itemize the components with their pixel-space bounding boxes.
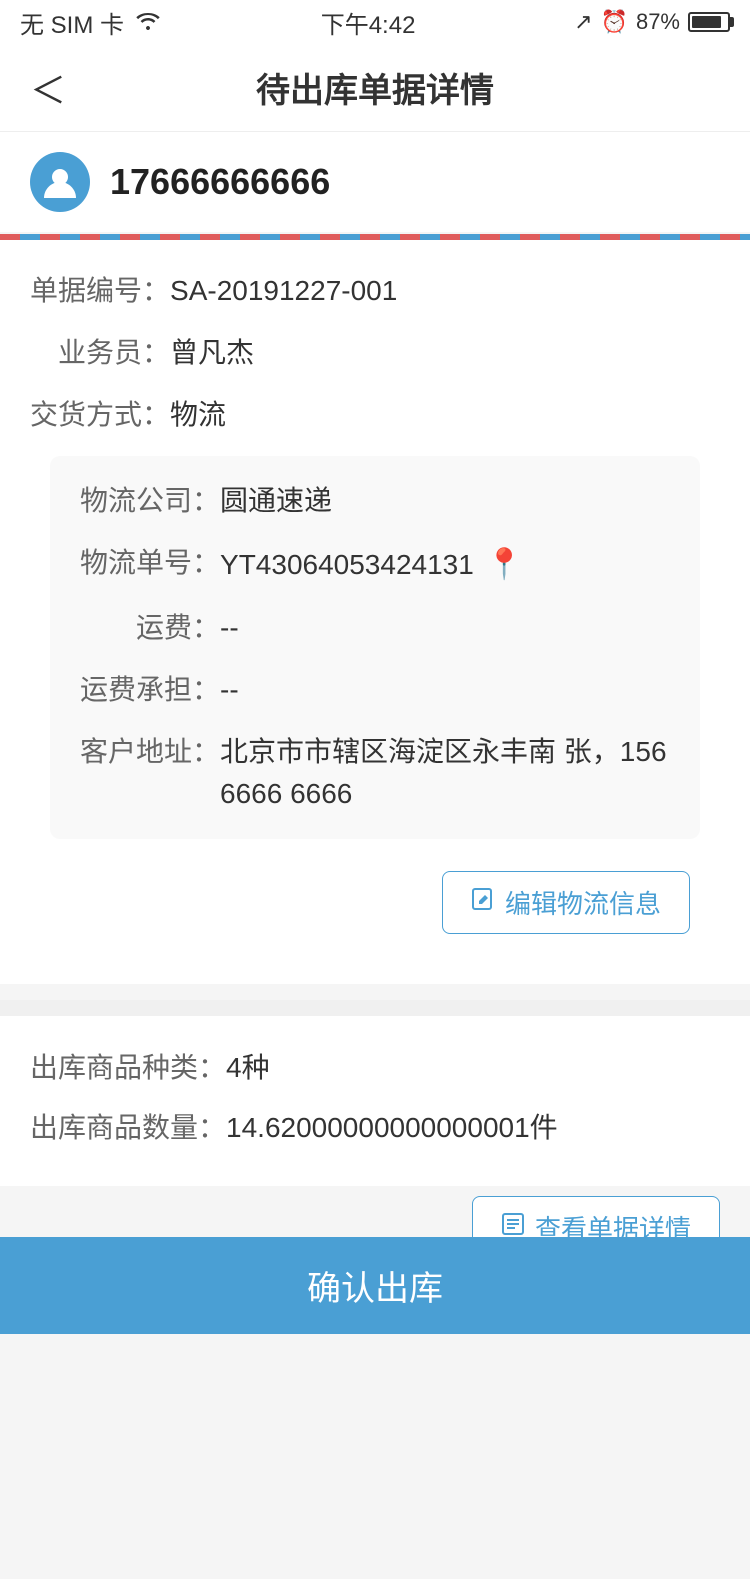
logistics-freight-bearer-row: 运费承担： -- xyxy=(80,669,670,711)
status-bar: 无 SIM 卡 下午4:42 ↗ ⏰ 87% xyxy=(0,0,750,44)
status-right: ↗ ⏰ 87% xyxy=(574,9,730,35)
delivery-value: 物流 xyxy=(170,394,720,436)
order-number-label: 单据编号： xyxy=(30,270,170,312)
goods-type-row: 出库商品种类： 4种 xyxy=(30,1046,720,1086)
status-left: 无 SIM 卡 xyxy=(20,5,162,40)
back-button[interactable]: ＜ xyxy=(30,62,66,114)
goods-section: 出库商品种类： 4种 出库商品数量： 14.62000000000000001件 xyxy=(0,1016,750,1186)
page-title: 待出库单据详情 xyxy=(256,63,494,112)
location-status-icon: ↗ xyxy=(574,9,592,35)
logistics-freight-label: 运费： xyxy=(80,607,220,649)
confirm-btn-text: 确认出库 xyxy=(307,1270,443,1308)
logistics-freight-bearer-value: -- xyxy=(220,669,670,711)
goods-quantity-value: 14.62000000000000001件 xyxy=(226,1106,720,1146)
edit-icon xyxy=(471,887,495,918)
alarm-icon: ⏰ xyxy=(601,9,628,35)
logistics-company-row: 物流公司： 圆通速递 xyxy=(80,480,670,522)
logistics-freight-value: -- xyxy=(220,607,670,649)
section-divider xyxy=(0,1000,750,1016)
order-number-row: 单据编号： SA-20191227-001 xyxy=(30,270,720,312)
salesman-row: 业务员： 曾凡杰 xyxy=(30,332,720,374)
logistics-company-label: 物流公司： xyxy=(80,480,220,522)
customer-section: 17666666666 xyxy=(0,132,750,232)
avatar xyxy=(30,152,90,212)
goods-quantity-label: 出库商品数量： xyxy=(30,1106,226,1146)
carrier-text: 无 SIM 卡 xyxy=(20,5,124,40)
delivery-label: 交货方式： xyxy=(30,394,170,436)
salesman-label: 业务员： xyxy=(30,332,170,374)
tracking-location-icon[interactable]: 📍 xyxy=(486,542,523,587)
logistics-tracking-value: YT43064053424131 📍 xyxy=(220,542,670,587)
nav-bar: ＜ 待出库单据详情 xyxy=(0,44,750,132)
order-number-value: SA-20191227-001 xyxy=(170,270,720,312)
logistics-card: 物流公司： 圆通速递 物流单号： YT43064053424131 📍 运费： … xyxy=(50,456,700,839)
logistics-address-value: 北京市市辖区海淀区永丰南 张，156 6666 6666 xyxy=(220,731,670,815)
logistics-tracking-row: 物流单号： YT43064053424131 📍 xyxy=(80,542,670,587)
battery-text: 87% xyxy=(636,9,680,35)
logistics-freight-row: 运费： -- xyxy=(80,607,670,649)
logistics-address-row: 客户地址： 北京市市辖区海淀区永丰南 张，156 6666 6666 xyxy=(80,731,670,815)
customer-phone: 17666666666 xyxy=(110,161,330,203)
edit-logistics-btn-container: 编辑物流信息 xyxy=(30,855,720,954)
delivery-row: 交货方式： 物流 xyxy=(30,394,720,436)
edit-logistics-label: 编辑物流信息 xyxy=(505,884,661,921)
logistics-tracking-label: 物流单号： xyxy=(80,542,220,584)
time-text: 下午4:42 xyxy=(321,5,416,40)
wifi-icon xyxy=(134,8,162,36)
order-info-section: 单据编号： SA-20191227-001 业务员： 曾凡杰 交货方式： 物流 … xyxy=(0,240,750,984)
goods-type-value: 4种 xyxy=(226,1046,720,1086)
logistics-freight-bearer-label: 运费承担： xyxy=(80,669,220,711)
logistics-company-value: 圆通速递 xyxy=(220,480,670,522)
confirm-btn-area[interactable]: 确认出库 xyxy=(0,1237,750,1334)
edit-logistics-button[interactable]: 编辑物流信息 xyxy=(442,871,690,934)
logistics-address-label: 客户地址： xyxy=(80,731,220,773)
goods-type-label: 出库商品种类： xyxy=(30,1046,226,1086)
salesman-value: 曾凡杰 xyxy=(170,332,720,374)
battery-icon xyxy=(688,12,730,32)
goods-quantity-row: 出库商品数量： 14.62000000000000001件 xyxy=(30,1106,720,1146)
